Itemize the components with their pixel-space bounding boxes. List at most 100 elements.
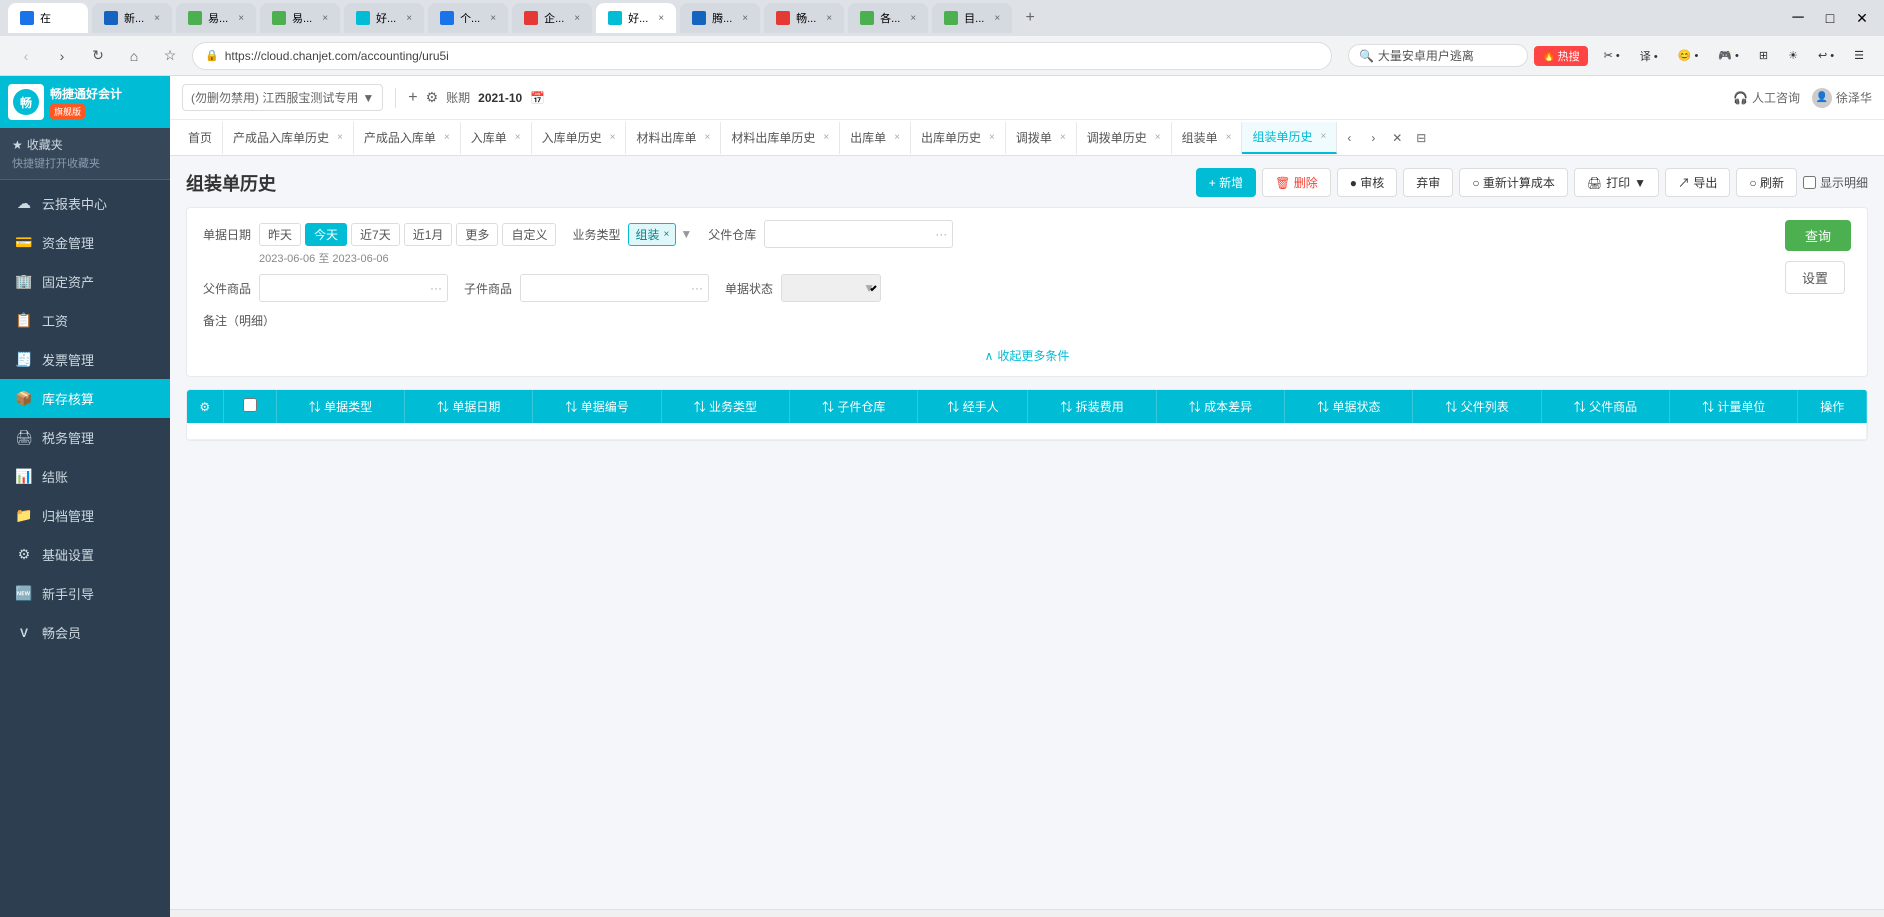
menu-button[interactable]: ☰ — [1846, 45, 1872, 66]
page-tab-home[interactable]: 首页 — [178, 122, 223, 154]
page-tab-material-out-history[interactable]: 材料出库单历史 × — [721, 122, 840, 154]
company-selector[interactable]: (勿删勿禁用) 江西服宝测试专用 ▼ — [182, 84, 383, 111]
translate-button[interactable]: 译 • — [1632, 44, 1666, 68]
settings-topbar-button[interactable]: ⚙ — [426, 89, 439, 106]
page-tab-material-out[interactable]: 材料出库单 × — [626, 122, 721, 154]
sidebar-item-fixed-asset[interactable]: 🏢 固定资产 — [0, 262, 170, 301]
date-btn-custom[interactable]: 自定义 — [502, 223, 556, 246]
tab-close-3[interactable]: × — [238, 13, 244, 24]
refresh-button[interactable]: ○ 刷新 — [1736, 168, 1797, 197]
browser-tab-12[interactable]: 目... × — [932, 3, 1012, 33]
child-goods-input[interactable] — [520, 274, 709, 302]
sidebar-item-invoice[interactable]: 🧾 发票管理 — [0, 340, 170, 379]
delete-button[interactable]: 🗑 删除 — [1262, 168, 1331, 197]
biz-type-dropdown-icon[interactable]: ▼ — [680, 227, 692, 241]
page-tab-close-11[interactable]: × — [1226, 132, 1232, 143]
home-nav-button[interactable]: ⌂ — [120, 42, 148, 70]
show-detail-checkbox[interactable]: 显示明细 — [1803, 174, 1868, 191]
tab-close-current[interactable]: ✕ — [1385, 122, 1409, 154]
browser-tab-6[interactable]: 个... × — [428, 3, 508, 33]
tab-close-9[interactable]: × — [742, 13, 748, 24]
add-company-button[interactable]: + — [408, 89, 417, 107]
sidebar-item-salary[interactable]: 📋 工资 — [0, 301, 170, 340]
browser-tab-4[interactable]: 易... × — [260, 3, 340, 33]
page-tab-close-3[interactable]: × — [515, 132, 521, 143]
table-col-disassemble-cost[interactable]: ⇅ 拆装费用 — [1028, 390, 1156, 423]
order-status-select[interactable] — [781, 274, 881, 302]
tab-close-7[interactable]: × — [574, 13, 580, 24]
page-tab-produce-in-history[interactable]: 产成品入库单历史 × — [223, 122, 354, 154]
browser-tab-1[interactable]: 在 — [8, 3, 88, 33]
service-button[interactable]: 🎧 人工咨询 — [1733, 89, 1800, 106]
refresh-nav-button[interactable]: ↻ — [84, 42, 112, 70]
bottom-scrollbar[interactable] — [170, 909, 1884, 917]
tab-close-6[interactable]: × — [490, 13, 496, 24]
table-settings-col[interactable]: ⚙ — [187, 390, 223, 423]
sidebar-item-inventory[interactable]: 📦 库存核算 — [0, 379, 170, 418]
page-tab-adjust-history[interactable]: 调拨单历史 × — [1077, 122, 1172, 154]
browser-tab-10[interactable]: 畅... × — [764, 3, 844, 33]
tab-close-5[interactable]: × — [406, 13, 412, 24]
recalc-button[interactable]: ○ 重新计算成本 — [1459, 168, 1568, 197]
page-tab-close-9[interactable]: × — [1060, 132, 1066, 143]
parent-goods-more-icon[interactable]: ··· — [430, 281, 442, 295]
page-tab-close-12[interactable]: × — [1320, 131, 1326, 142]
address-bar[interactable]: 🔒 https://cloud.chanjet.com/accounting/u… — [192, 42, 1332, 70]
export-button[interactable]: ↗ 导出 — [1665, 168, 1730, 197]
sun-button[interactable]: ☀ — [1780, 45, 1806, 66]
star-button[interactable]: ☆ — [156, 42, 184, 70]
table-col-bill-no[interactable]: ⇅ 单据编号 — [533, 390, 661, 423]
parent-warehouse-input[interactable] — [764, 220, 953, 248]
tab-close-4[interactable]: × — [322, 13, 328, 24]
page-tab-in-history[interactable]: 入库单历史 × — [532, 122, 627, 154]
browser-tab-8[interactable]: 好... × — [596, 3, 676, 33]
user-button[interactable]: 👤 徐泽华 — [1812, 88, 1872, 108]
page-tab-close-1[interactable]: × — [337, 132, 343, 143]
page-tab-close-5[interactable]: × — [704, 132, 710, 143]
tab-nav-right[interactable]: › — [1361, 122, 1385, 154]
add-button[interactable]: + 新增 — [1196, 168, 1256, 197]
table-col-child-warehouse[interactable]: ⇅ 子件仓库 — [790, 390, 918, 423]
page-tab-close-2[interactable]: × — [444, 132, 450, 143]
table-col-parent-list[interactable]: ⇅ 父件列表 — [1413, 390, 1541, 423]
print-button[interactable]: 🖨 打印 ▼ — [1574, 168, 1659, 197]
sidebar-item-cloud-report[interactable]: ☁ 云报表中心 — [0, 184, 170, 223]
abandon-button[interactable]: 弃审 — [1403, 168, 1453, 197]
maximize-button[interactable]: □ — [1816, 4, 1844, 32]
page-tab-in-order[interactable]: 入库单 × — [461, 122, 532, 154]
tab-close-2[interactable]: × — [154, 13, 160, 24]
page-tab-produce-in[interactable]: 产成品入库单 × — [354, 122, 461, 154]
table-col-biz-type[interactable]: ⇅ 业务类型 — [661, 390, 789, 423]
sidebar-item-tax[interactable]: 🖨 税务管理 — [0, 418, 170, 457]
page-tab-close-7[interactable]: × — [894, 132, 900, 143]
page-tab-close-4[interactable]: × — [610, 132, 616, 143]
parent-goods-input[interactable] — [259, 274, 448, 302]
browser-tab-11[interactable]: 各... × — [848, 3, 928, 33]
table-col-bill-date[interactable]: ⇅ 单据日期 — [405, 390, 533, 423]
new-tab-button[interactable]: + — [1016, 4, 1044, 32]
page-tab-out-history[interactable]: 出库单历史 × — [911, 122, 1006, 154]
page-tab-assemble-history[interactable]: 组装单历史 × — [1242, 122, 1337, 154]
biz-type-tag-close[interactable]: × — [663, 229, 669, 240]
tab-close-10[interactable]: × — [826, 13, 832, 24]
browser-tab-3[interactable]: 易... × — [176, 3, 256, 33]
tab-close-12[interactable]: × — [994, 13, 1000, 24]
tab-nav-left[interactable]: ‹ — [1337, 122, 1361, 154]
sidebar-item-basic-settings[interactable]: ⚙ 基础设置 — [0, 535, 170, 574]
table-checkbox-col[interactable] — [223, 390, 276, 423]
sidebar-item-fund[interactable]: 💳 资金管理 — [0, 223, 170, 262]
tab-close-11[interactable]: × — [910, 13, 916, 24]
audit-button[interactable]: ● 审核 — [1337, 168, 1398, 197]
date-btn-today[interactable]: 今天 — [305, 223, 347, 246]
date-btn-yesterday[interactable]: 昨天 — [259, 223, 301, 246]
child-goods-more-icon[interactable]: ··· — [691, 281, 703, 295]
page-tab-close-6[interactable]: × — [823, 132, 829, 143]
page-tab-adjust[interactable]: 调拨单 × — [1006, 122, 1077, 154]
parent-warehouse-more-icon[interactable]: ··· — [935, 227, 947, 241]
page-tab-assemble[interactable]: 组装单 × — [1172, 122, 1243, 154]
sidebar-item-archive[interactable]: 📁 归档管理 — [0, 496, 170, 535]
date-btn-7days[interactable]: 近7天 — [351, 223, 400, 246]
page-tab-close-8[interactable]: × — [989, 132, 995, 143]
table-col-parent-goods[interactable]: ⇅ 父件商品 — [1541, 390, 1669, 423]
cut-button[interactable]: ✂ • — [1596, 45, 1628, 66]
